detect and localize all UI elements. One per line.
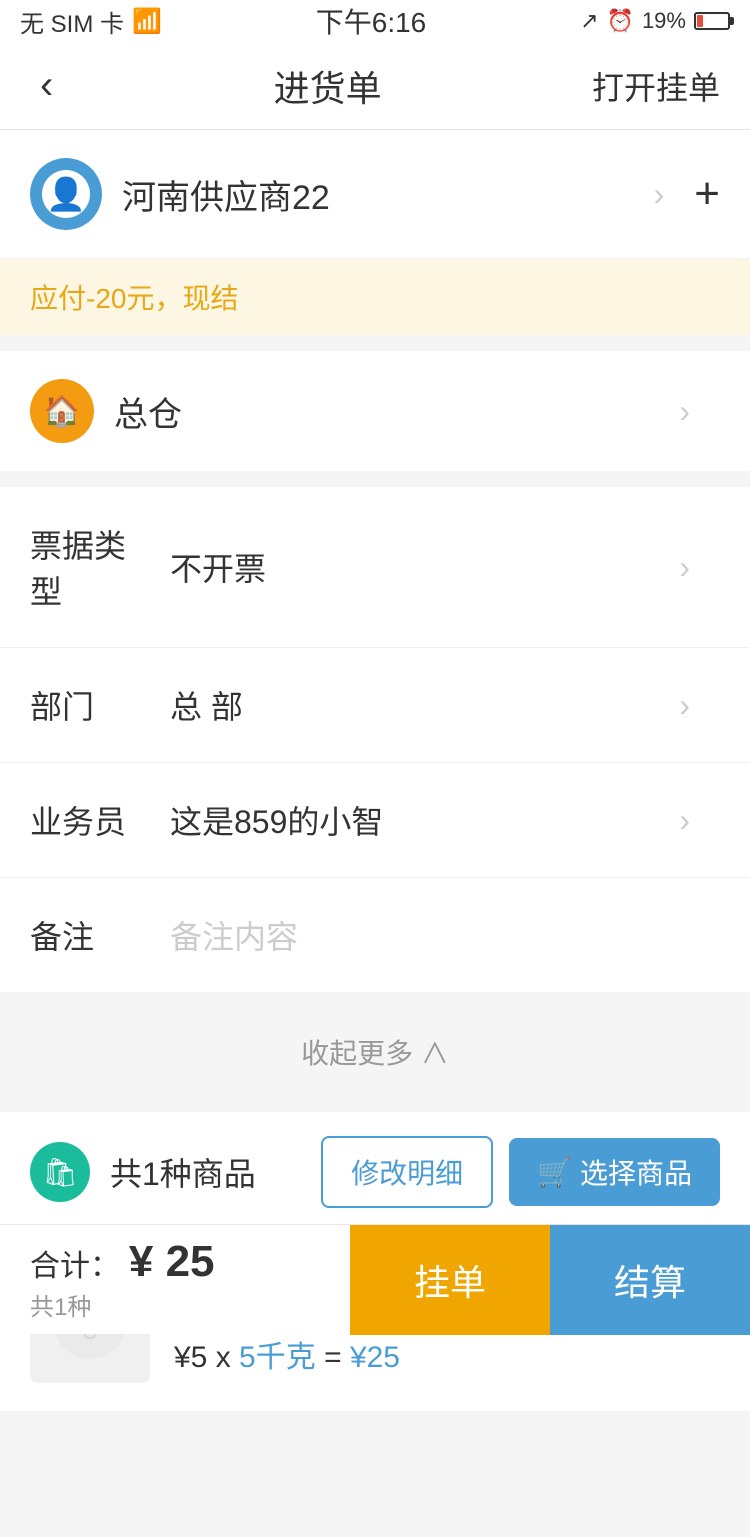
hold-button[interactable]: 挂单 xyxy=(350,1225,550,1335)
battery-percent: 19% xyxy=(642,8,686,34)
footer-total: 合计： ¥ 25 共1种 xyxy=(0,1237,350,1322)
warehouse-row[interactable]: 🏠 总仓 › xyxy=(0,351,750,471)
footer: 合计： ¥ 25 共1种 挂单 结算 xyxy=(0,1224,750,1334)
collapse-toggle[interactable]: 收起更多 ∧ xyxy=(0,1008,750,1096)
invoice-value: 不开票 xyxy=(150,544,679,590)
alert-text: 应付-20元，现结 xyxy=(30,283,238,314)
remark-row[interactable]: 备注 备注内容 xyxy=(0,878,750,992)
footer-total-row: 合计： ¥ 25 xyxy=(30,1237,320,1287)
remark-placeholder[interactable]: 备注内容 xyxy=(150,912,720,958)
warehouse-icon: 🏠 xyxy=(43,394,80,429)
invoice-label: 票据类型 xyxy=(30,521,150,613)
supplier-section: 👤 河南供应商22 › + 应付-20元，现结 xyxy=(0,130,750,335)
sales-label: 业务员 xyxy=(30,797,150,843)
nav-bar: ‹ 进货单 打开挂单 xyxy=(0,42,750,130)
dept-label: 部门 xyxy=(30,682,150,728)
supplier-row[interactable]: 👤 河南供应商22 › + xyxy=(0,130,750,259)
cart-icon: 🛍 xyxy=(42,1156,78,1189)
select-product-button[interactable]: 🛒 选择商品 xyxy=(509,1138,720,1206)
remark-label: 备注 xyxy=(30,912,150,958)
price-base: ¥5 x xyxy=(174,1341,239,1374)
supplier-alert-banner: 应付-20元，现结 xyxy=(0,259,750,335)
dept-row[interactable]: 部门 总 部 › xyxy=(0,648,750,763)
product-price: ¥5 x 5千克 = ¥25 xyxy=(174,1332,668,1376)
invoice-row[interactable]: 票据类型 不开票 › xyxy=(0,487,750,648)
qty-value: 5千克 xyxy=(239,1341,316,1374)
supplier-avatar: 👤 xyxy=(30,158,102,230)
products-count: 共1种商品 xyxy=(110,1149,321,1195)
total-label: 合计： xyxy=(30,1250,120,1283)
time-label: 下午6:16 xyxy=(316,1,427,41)
location-icon: ↗ xyxy=(580,8,598,34)
products-header: 🛍 共1种商品 修改明细 🛒 选择商品 xyxy=(0,1112,750,1233)
status-bar: 无 SIM 卡 📶 下午6:16 ↗ ⏰ 19% xyxy=(0,0,750,42)
battery-icon xyxy=(694,12,730,30)
dept-value: 总 部 xyxy=(150,682,679,728)
total-amount: ¥ 25 xyxy=(129,1237,215,1286)
alarm-icon: ⏰ xyxy=(607,8,634,34)
collapse-text: 收起更多 ∧ xyxy=(301,1038,449,1069)
checkout-button[interactable]: 结算 xyxy=(550,1225,750,1335)
total-count: 共1种 xyxy=(30,1287,320,1322)
page-title: 进货单 xyxy=(274,60,382,112)
form-section: 票据类型 不开票 › 部门 总 部 › 业务员 这是859的小智 › 备注 备注… xyxy=(0,487,750,992)
back-button[interactable]: ‹ xyxy=(30,53,63,118)
status-bar-right: ↗ ⏰ 19% xyxy=(580,8,730,34)
status-bar-left: 无 SIM 卡 📶 xyxy=(20,4,162,39)
warehouse-section: 🏠 总仓 › xyxy=(0,351,750,471)
edit-detail-button[interactable]: 修改明细 xyxy=(321,1136,493,1208)
chevron-right-icon: › xyxy=(654,176,665,213)
chevron-right-icon: › xyxy=(679,687,690,724)
products-icon-wrap: 🛍 xyxy=(30,1142,90,1202)
warehouse-name: 总仓 xyxy=(114,387,679,436)
carrier-label: 无 SIM 卡 xyxy=(20,4,124,39)
supplier-name: 河南供应商22 xyxy=(122,170,654,219)
wifi-icon: 📶 xyxy=(132,7,162,36)
person-icon: 👤 xyxy=(46,175,86,213)
open-hold-button[interactable]: 打开挂单 xyxy=(592,63,720,109)
equals-sign: = xyxy=(324,1341,350,1374)
sales-row[interactable]: 业务员 这是859的小智 › xyxy=(0,763,750,878)
chevron-right-icon: › xyxy=(679,549,690,586)
sales-value: 这是859的小智 xyxy=(150,797,679,843)
chevron-right-icon: › xyxy=(679,393,690,430)
chevron-right-icon: › xyxy=(679,802,690,839)
cart-add-icon: 🛒 xyxy=(537,1156,572,1189)
price-total: ¥25 xyxy=(350,1341,400,1374)
warehouse-icon-wrap: 🏠 xyxy=(30,379,94,443)
add-button[interactable]: + xyxy=(694,169,720,219)
